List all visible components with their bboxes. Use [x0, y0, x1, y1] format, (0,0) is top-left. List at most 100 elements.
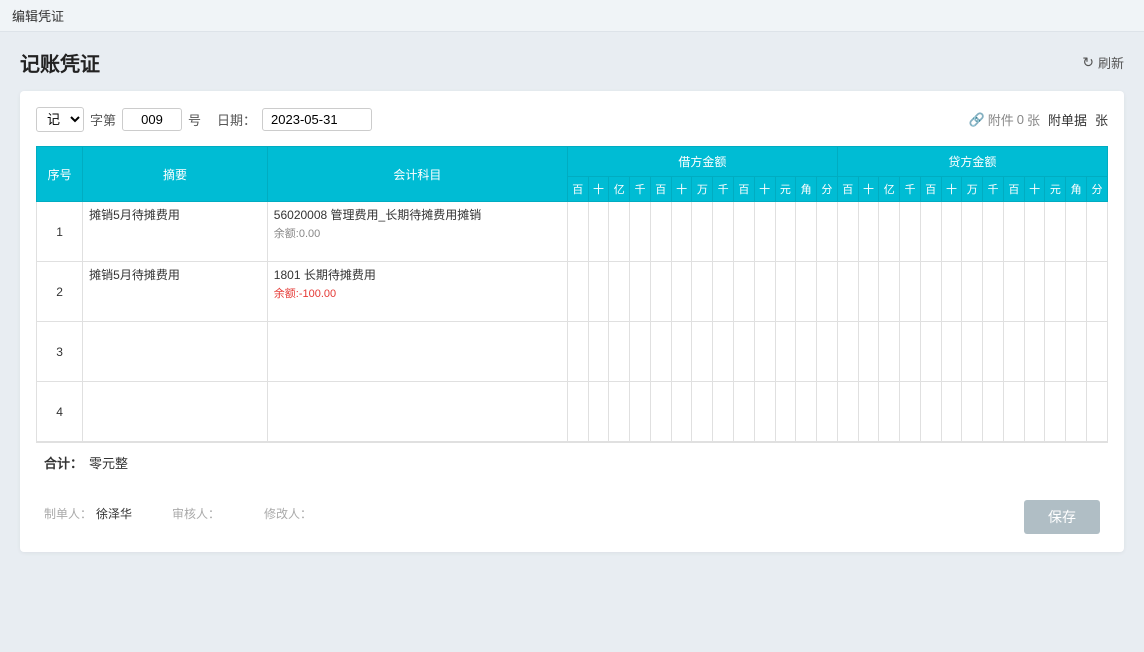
row-1-debit-3[interactable] [630, 262, 651, 322]
row-2-debit-5[interactable] [671, 322, 692, 382]
row-2-debit-7[interactable] [713, 322, 734, 382]
row-0-credit-8[interactable] [1003, 202, 1024, 262]
row-3-debit-11[interactable] [796, 382, 817, 442]
row-1-credit-11[interactable] [1066, 262, 1087, 322]
row-3-credit-6[interactable] [962, 382, 983, 442]
row-0-credit-5[interactable] [941, 202, 962, 262]
row-3-debit-5[interactable] [671, 382, 692, 442]
row-2-credit-7[interactable] [983, 322, 1004, 382]
row-2-summary[interactable] [83, 322, 268, 382]
row-2-debit-2[interactable] [609, 322, 630, 382]
row-1-credit-2[interactable] [879, 262, 900, 322]
row-1-debit-7[interactable] [713, 262, 734, 322]
row-2-credit-0[interactable] [837, 322, 858, 382]
row-3-summary[interactable] [83, 382, 268, 442]
row-0-debit-12[interactable] [817, 202, 838, 262]
row-1-debit-4[interactable] [650, 262, 671, 322]
row-1-credit-4[interactable] [920, 262, 941, 322]
row-2-credit-6[interactable] [962, 322, 983, 382]
row-3-credit-8[interactable] [1003, 382, 1024, 442]
row-1-debit-11[interactable] [796, 262, 817, 322]
row-0-credit-6[interactable] [962, 202, 983, 262]
row-1-credit-8[interactable] [1003, 262, 1024, 322]
row-0-debit-8[interactable] [733, 202, 754, 262]
row-3-credit-7[interactable] [983, 382, 1004, 442]
row-3-debit-6[interactable] [692, 382, 713, 442]
row-0-debit-10[interactable] [775, 202, 796, 262]
row-3-credit-12[interactable] [1087, 382, 1108, 442]
row-2-debit-10[interactable] [775, 322, 796, 382]
row-3-credit-1[interactable] [858, 382, 879, 442]
row-1-debit-9[interactable] [754, 262, 775, 322]
refresh-button[interactable]: ↻ 刷新 [1082, 53, 1124, 72]
row-0-debit-9[interactable] [754, 202, 775, 262]
row-0-credit-4[interactable] [920, 202, 941, 262]
row-0-debit-1[interactable] [588, 202, 609, 262]
attachment-dan-button[interactable]: 附单据 [1048, 110, 1087, 129]
row-0-credit-12[interactable] [1087, 202, 1108, 262]
row-2-subject[interactable] [267, 322, 567, 382]
row-2-credit-11[interactable] [1066, 322, 1087, 382]
row-2-credit-10[interactable] [1045, 322, 1066, 382]
row-0-credit-2[interactable] [879, 202, 900, 262]
row-1-debit-5[interactable] [671, 262, 692, 322]
row-0-subject[interactable]: 56020008 管理费用_长期待摊费用摊销余额:0.00 [267, 202, 567, 262]
row-0-credit-3[interactable] [900, 202, 921, 262]
row-2-debit-6[interactable] [692, 322, 713, 382]
row-3-debit-2[interactable] [609, 382, 630, 442]
row-2-debit-12[interactable] [817, 322, 838, 382]
row-0-credit-9[interactable] [1024, 202, 1045, 262]
row-1-credit-7[interactable] [983, 262, 1004, 322]
row-3-credit-3[interactable] [900, 382, 921, 442]
row-1-credit-10[interactable] [1045, 262, 1066, 322]
attachment-link[interactable]: 🔗 附件 0 张 [969, 110, 1040, 129]
row-0-credit-0[interactable] [837, 202, 858, 262]
row-0-debit-2[interactable] [609, 202, 630, 262]
row-3-subject[interactable] [267, 382, 567, 442]
row-1-debit-10[interactable] [775, 262, 796, 322]
row-1-credit-12[interactable] [1087, 262, 1108, 322]
row-3-credit-2[interactable] [879, 382, 900, 442]
row-1-subject[interactable]: 1801 长期待摊费用余额:-100.00 [267, 262, 567, 322]
row-1-credit-1[interactable] [858, 262, 879, 322]
row-1-debit-8[interactable] [733, 262, 754, 322]
row-1-debit-12[interactable] [817, 262, 838, 322]
row-2-debit-0[interactable] [567, 322, 588, 382]
row-2-credit-1[interactable] [858, 322, 879, 382]
row-3-debit-10[interactable] [775, 382, 796, 442]
row-1-summary[interactable]: 摊销5月待摊费用 [83, 262, 268, 322]
row-2-debit-1[interactable] [588, 322, 609, 382]
row-3-debit-1[interactable] [588, 382, 609, 442]
row-1-debit-0[interactable] [567, 262, 588, 322]
row-2-credit-3[interactable] [900, 322, 921, 382]
row-2-debit-9[interactable] [754, 322, 775, 382]
row-0-credit-1[interactable] [858, 202, 879, 262]
row-3-credit-10[interactable] [1045, 382, 1066, 442]
row-2-credit-5[interactable] [941, 322, 962, 382]
row-3-credit-5[interactable] [941, 382, 962, 442]
row-0-debit-5[interactable] [671, 202, 692, 262]
row-1-credit-5[interactable] [941, 262, 962, 322]
row-3-credit-9[interactable] [1024, 382, 1045, 442]
row-3-credit-11[interactable] [1066, 382, 1087, 442]
row-3-credit-4[interactable] [920, 382, 941, 442]
row-1-credit-6[interactable] [962, 262, 983, 322]
row-3-debit-0[interactable] [567, 382, 588, 442]
voucher-number-input[interactable] [122, 108, 182, 131]
row-2-credit-9[interactable] [1024, 322, 1045, 382]
row-3-debit-7[interactable] [713, 382, 734, 442]
row-2-credit-2[interactable] [879, 322, 900, 382]
date-input[interactable] [262, 108, 372, 131]
row-0-credit-10[interactable] [1045, 202, 1066, 262]
row-1-debit-2[interactable] [609, 262, 630, 322]
row-3-debit-9[interactable] [754, 382, 775, 442]
row-3-debit-4[interactable] [650, 382, 671, 442]
row-2-debit-3[interactable] [630, 322, 651, 382]
row-1-credit-9[interactable] [1024, 262, 1045, 322]
row-2-credit-4[interactable] [920, 322, 941, 382]
voucher-type-select[interactable]: 记 [36, 107, 84, 132]
row-1-credit-3[interactable] [900, 262, 921, 322]
row-0-debit-0[interactable] [567, 202, 588, 262]
row-3-credit-0[interactable] [837, 382, 858, 442]
row-2-credit-8[interactable] [1003, 322, 1024, 382]
